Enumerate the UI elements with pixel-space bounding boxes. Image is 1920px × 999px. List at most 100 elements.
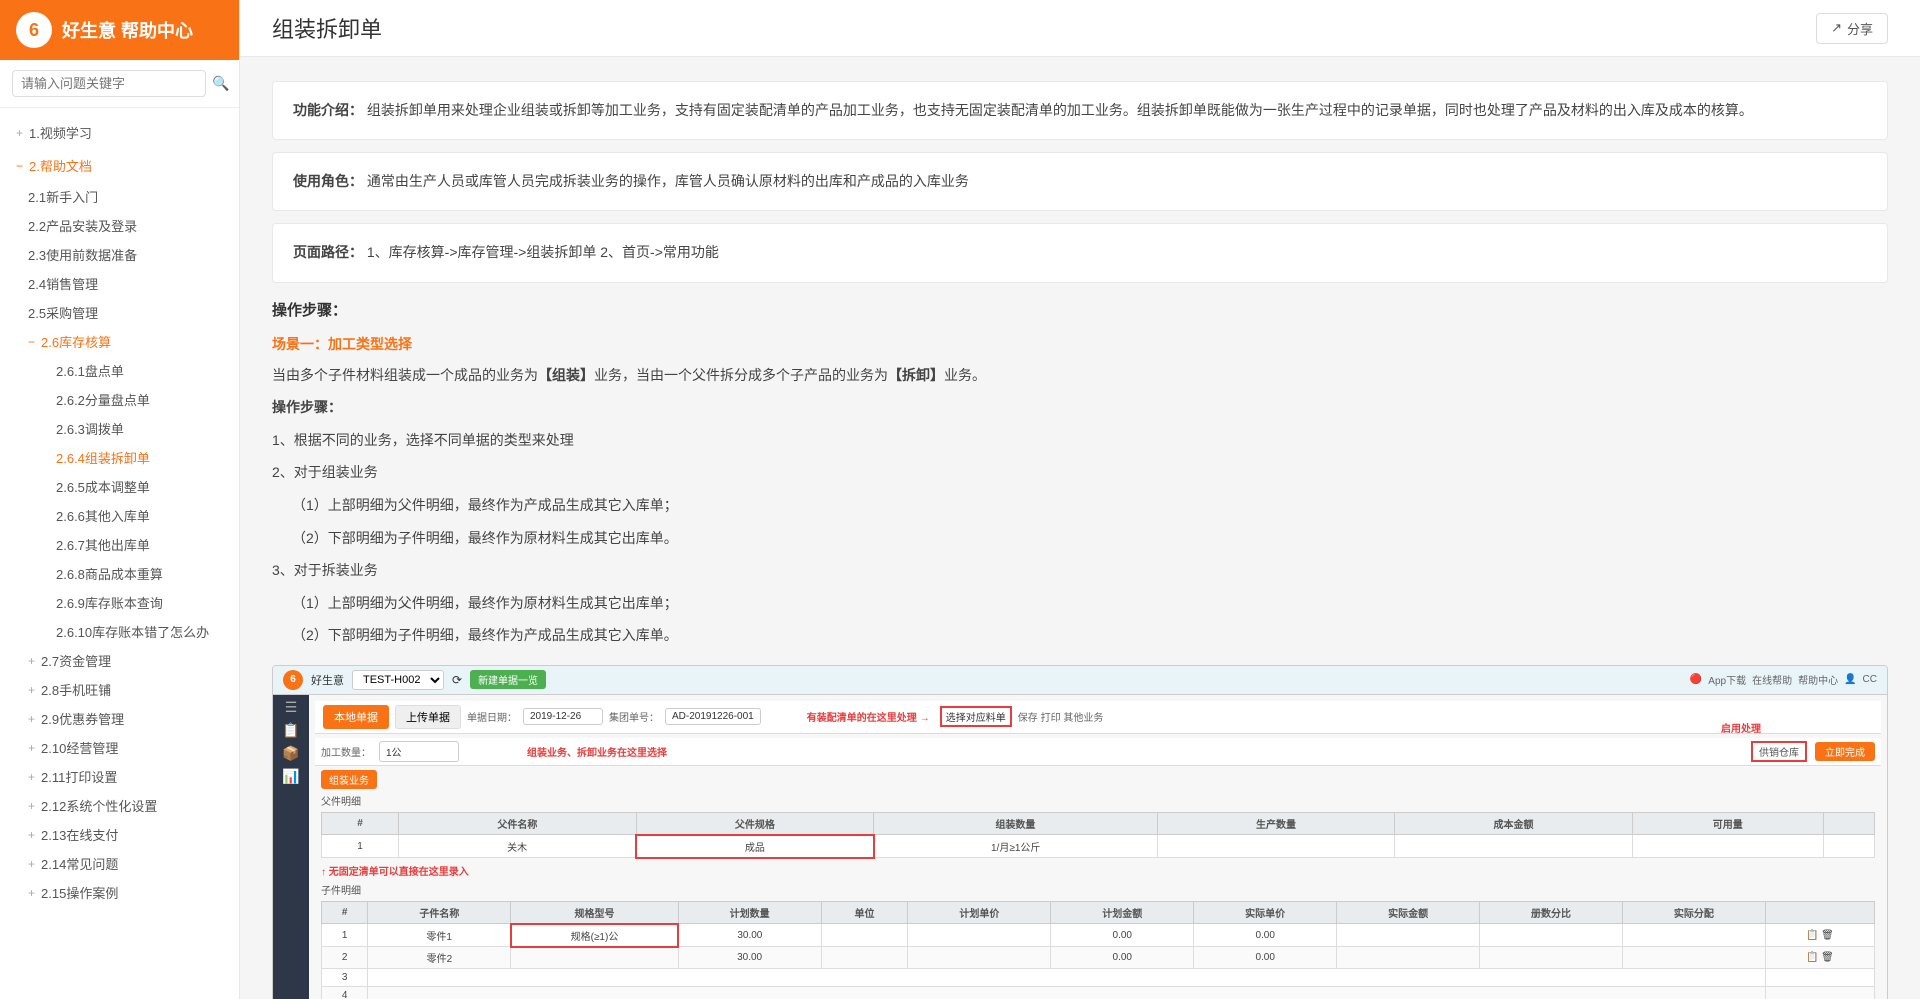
page-title: 组装拆卸单 [272,12,382,44]
sidebar-item-inventory[interactable]: − 2.6库存核算 [28,327,239,356]
screenshot-container: 6 好生意 TEST-H002 ⟳ 新建单据一览 🔴 App下载 在线帮助 帮助… [272,665,1888,999]
mock-confirm-btn[interactable]: 立即完成 [1815,742,1875,761]
mock-annotation-4: ↑ 无固定清单可以直接在这里录入 [315,861,1881,880]
sidebar-item-finance[interactable]: + 2.7资金管理 [28,646,239,675]
sidebar-item-label: 2.14常见问题 [41,854,118,873]
role-card: 使用角色： 通常由生产人员或库管人员完成拆装业务的操作，库管人员确认原材料的出库… [272,152,1888,211]
table-row: 3 [322,969,1875,987]
sidebar-item-video[interactable]: + 1.视频学习 [0,116,239,149]
sidebar-item-payment[interactable]: + 2.13在线支付 [28,820,239,849]
mock-annotation-3: 启用处理 [1721,720,1761,735]
sidebar-item-cases[interactable]: + 2.15操作案例 [28,878,239,907]
mock-td-spec: 成品 [636,835,874,858]
search-icon[interactable]: 🔍 [212,75,229,92]
plus-icon-coupon: + [28,712,35,726]
plus-icon-mobile: + [28,683,35,697]
mock-app-name: 好生意 [311,672,344,688]
sidebar-item-stocktake[interactable]: 2.6.1盘点单 [56,356,239,385]
mock-id-label: 集团单号： [609,709,659,724]
sidebar-item-stock-error[interactable]: 2.6.10库存账本错了怎么办 [56,617,239,646]
sidebar-item-sales[interactable]: 2.4销售管理 [28,269,239,298]
mock-assembly-type: 组装业务 [321,770,377,789]
mock-th-spec: 父件规格 [636,812,874,835]
mock-ltd-empty3 [368,969,1765,987]
sidebar-item-data[interactable]: 2.3使用前数据准备 [28,240,239,269]
sidebar-item-cost-adjust[interactable]: 2.6.5成本调整单 [56,472,239,501]
sidebar-item-faq[interactable]: + 2.14常见问题 [28,849,239,878]
sidebar-item-assembly[interactable]: 2.6.4组装拆卸单 [56,443,239,472]
mock-topbar-right: 🔴 App下载 在线帮助 帮助中心 👤 CC [1690,672,1877,687]
role-label: 使用角色： [293,173,363,189]
sidebar-item-install[interactable]: 2.2产品安装及登录 [28,211,239,240]
sidebar-item-label: 2.10经营管理 [41,738,118,757]
mock-ltd-actual-amt [1337,924,1480,947]
sidebar-item-label: 2.6.9库存账本查询 [56,593,163,612]
mock-help-label: 在线帮助 [1752,672,1792,687]
sidebar-item-label: 2.7资金管理 [41,651,111,670]
mock-tab-local[interactable]: 本地单据 [323,705,389,729]
sidebar-item-label: 2.帮助文档 [29,156,92,175]
sidebar-item-other-in[interactable]: 2.6.6其他入库单 [56,501,239,530]
mock-th-name: 父件名称 [399,812,637,835]
mock-nav-icon-2: 📋 [282,722,299,739]
mock-td-action [1823,835,1874,858]
sidebar-item-label: 2.6.8商品成本重算 [56,564,163,583]
step2-2: （2）下部明细为子件明细，最终作为原材料生成其它出库单。 [272,525,1888,552]
mock-lth-alloc: 实际分配 [1622,901,1765,924]
sidebar-item-label: 2.5采购管理 [28,303,98,322]
sidebar-sub-inventory: 2.6.1盘点单 2.6.2分量盘点单 2.6.3调拨单 2.6.4组装拆卸单 … [28,356,239,646]
logo-icon: 6 [16,12,52,48]
mock-id-field: AD-20191226-001 [665,708,761,725]
sidebar-item-docs[interactable]: − 2.帮助文档 [0,149,239,182]
plus-icon-customize: + [28,799,35,813]
mock-lth-spec: 规格型号 [511,901,678,924]
sidebar-item-customize[interactable]: + 2.12系统个性化设置 [28,791,239,820]
mock-app-label: App下载 [1708,672,1746,687]
search-input[interactable] [12,70,206,97]
sidebar-item-other-out[interactable]: 2.6.7其他出库单 [56,530,239,559]
mock-ui: 6 好生意 TEST-H002 ⟳ 新建单据一览 🔴 App下载 在线帮助 帮助… [273,666,1887,999]
share-icon: ↗ [1831,20,1842,36]
mock-tab-upload[interactable]: 上传单据 [395,705,461,729]
mock-date-field: 2019-12-26 [523,708,603,725]
mock-left-nav: ☰ 📋 📦 📊 [273,695,309,999]
mock-lth-plan-qty: 计划数量 [678,901,821,924]
intro-card: 功能介绍： 组装拆卸单用来处理企业组装或拆卸等加工业务，支持有固定装配清单的产品… [272,81,1888,140]
main-area: 组装拆卸单 ↗ 分享 功能介绍： 组装拆卸单用来处理企业组装或拆卸等加工业务，支… [240,0,1920,999]
sidebar-item-mobile[interactable]: + 2.8手机旺铺 [28,675,239,704]
sidebar-item-label: 2.6.5成本调整单 [56,477,150,496]
sidebar-item-purchase[interactable]: 2.5采购管理 [28,298,239,327]
sidebar-item-cost-reset[interactable]: 2.6.8商品成本重算 [56,559,239,588]
sidebar-item-label: 2.1新手入门 [28,187,98,206]
mock-new-record-btn[interactable]: 新建单据一览 [470,670,546,689]
sidebar-item-print[interactable]: + 2.11打印设置 [28,762,239,791]
sidebar-item-label: 2.9优惠券管理 [41,709,124,728]
sidebar-item-label: 2.6.7其他出库单 [56,535,150,554]
sidebar-item-ops[interactable]: + 2.10经营管理 [28,733,239,762]
step1: 1、根据不同的业务，选择不同单据的类型来处理 [272,427,1888,454]
sidebar-item-label: 2.6.4组装拆卸单 [56,448,150,467]
share-button[interactable]: ↗ 分享 [1816,13,1888,44]
steps-label2: 操作步骤： [272,394,1888,421]
mock-store-select[interactable]: TEST-H002 [352,670,444,690]
plus-icon-ops: + [28,741,35,755]
mock-ltd-plan-qty2: 30.00 [678,947,821,969]
sidebar-item-label: 2.11打印设置 [41,767,117,786]
mock-lower-table: # 子件名称 规格型号 计划数量 单位 计划单价 计划金额 实际单价 实际金额 [321,901,1875,999]
sidebar-item-label: 2.6.2分量盘点单 [56,390,150,409]
sidebar-item-label: 2.6库存核算 [41,332,111,351]
sidebar-item-stock-query[interactable]: 2.6.9库存账本查询 [56,588,239,617]
sidebar-item-split-stock[interactable]: 2.6.2分量盘点单 [56,385,239,414]
mock-nav-icon-1: ☰ [285,699,298,716]
sidebar-item-label: 2.6.1盘点单 [56,361,124,380]
mock-ltd-action: 📋 🗑 [1765,924,1874,947]
mock-ltd-action2: 📋 🗑 [1765,947,1874,969]
step2: 2、对于组装业务 [272,459,1888,486]
mock-logo: 6 [283,670,303,690]
sidebar-item-label: 2.13在线支付 [41,825,118,844]
sidebar-item-newbie[interactable]: 2.1新手入门 [28,182,239,211]
mock-apps-icon: 🔴 [1690,674,1702,685]
sidebar-item-adjust[interactable]: 2.6.3调拨单 [56,414,239,443]
sidebar-item-coupon[interactable]: + 2.9优惠券管理 [28,704,239,733]
intro-text: 功能介绍： 组装拆卸单用来处理企业组装或拆卸等加工业务，支持有固定装配清单的产品… [293,98,1867,123]
